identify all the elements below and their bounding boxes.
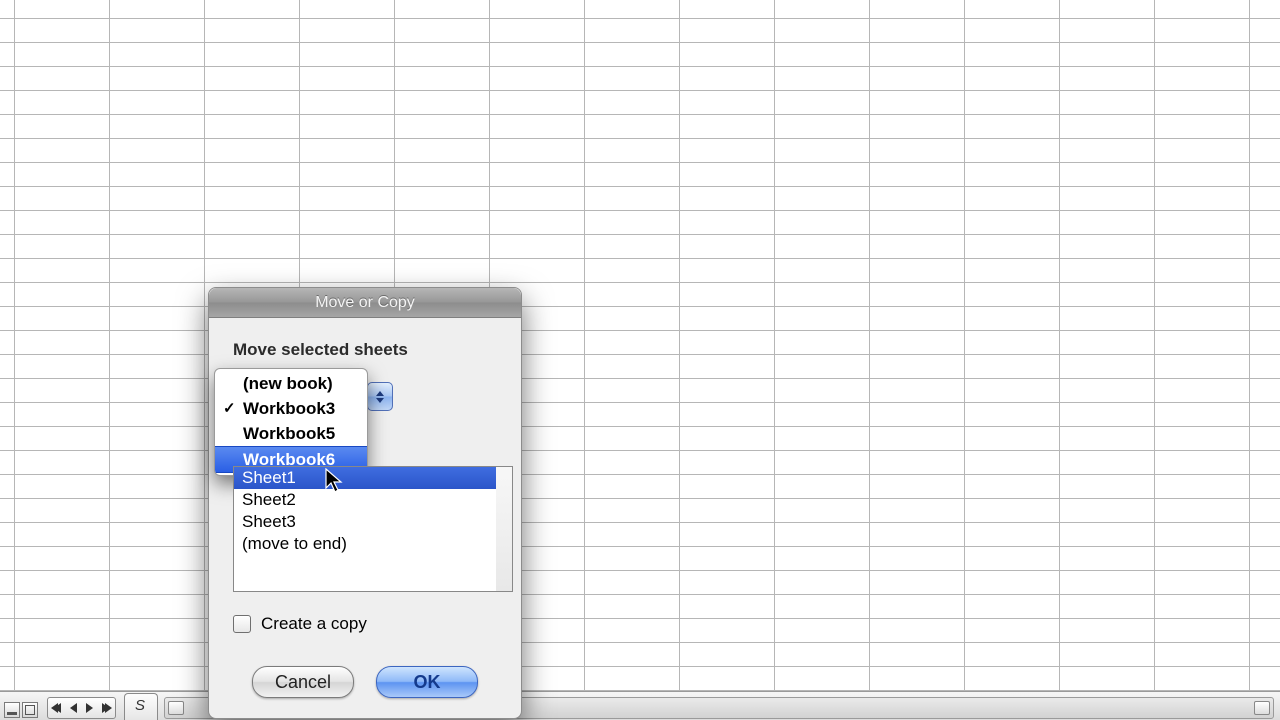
to-book-popup[interactable]: (new book) Workbook3 Workbook5 Workbook6 — [214, 368, 368, 476]
prev-sheet-icon[interactable] — [70, 703, 77, 713]
listbox-scrollbar[interactable] — [496, 466, 513, 592]
spreadsheet-grid[interactable] — [0, 0, 1280, 720]
sheet-option-sheet2[interactable]: Sheet2 — [234, 489, 497, 511]
sheet-nav — [47, 697, 116, 719]
create-a-copy-label: Create a copy — [261, 614, 367, 634]
first-sheet-icon[interactable] — [54, 703, 61, 713]
window-minimize-icon[interactable] — [4, 702, 20, 718]
sheet-tab[interactable]: S — [124, 693, 158, 720]
last-sheet-icon[interactable] — [102, 703, 109, 713]
to-book-select[interactable]: (new book) Workbook3 Workbook5 Workbook6 — [233, 382, 497, 410]
to-book-option-workbook5[interactable]: Workbook5 — [215, 421, 367, 446]
sheet-tab-bar: S — [0, 691, 1280, 720]
before-sheet-listbox[interactable]: Sheet1 Sheet2 Sheet3 (move to end) — [233, 466, 497, 592]
create-a-copy-checkbox[interactable] — [233, 615, 251, 633]
to-book-option-workbook3[interactable]: Workbook3 — [215, 396, 367, 421]
ok-button[interactable]: OK — [376, 666, 478, 698]
next-sheet-icon[interactable] — [86, 703, 93, 713]
to-book-option-newbook[interactable]: (new book) — [215, 371, 367, 396]
dialog-title: Move or Copy — [209, 288, 521, 318]
cancel-button[interactable]: Cancel — [252, 666, 354, 698]
move-or-copy-dialog: Move or Copy Move selected sheets (new b… — [208, 287, 522, 719]
window-restore-icon[interactable] — [22, 702, 38, 718]
sheet-option-sheet3[interactable]: Sheet3 — [234, 511, 497, 533]
sheet-option-sheet1[interactable]: Sheet1 — [234, 467, 497, 489]
dropdown-arrow-icon[interactable] — [367, 382, 393, 411]
sheet-option-movetoend[interactable]: (move to end) — [234, 533, 497, 555]
move-selected-sheets-label: Move selected sheets — [233, 340, 497, 360]
